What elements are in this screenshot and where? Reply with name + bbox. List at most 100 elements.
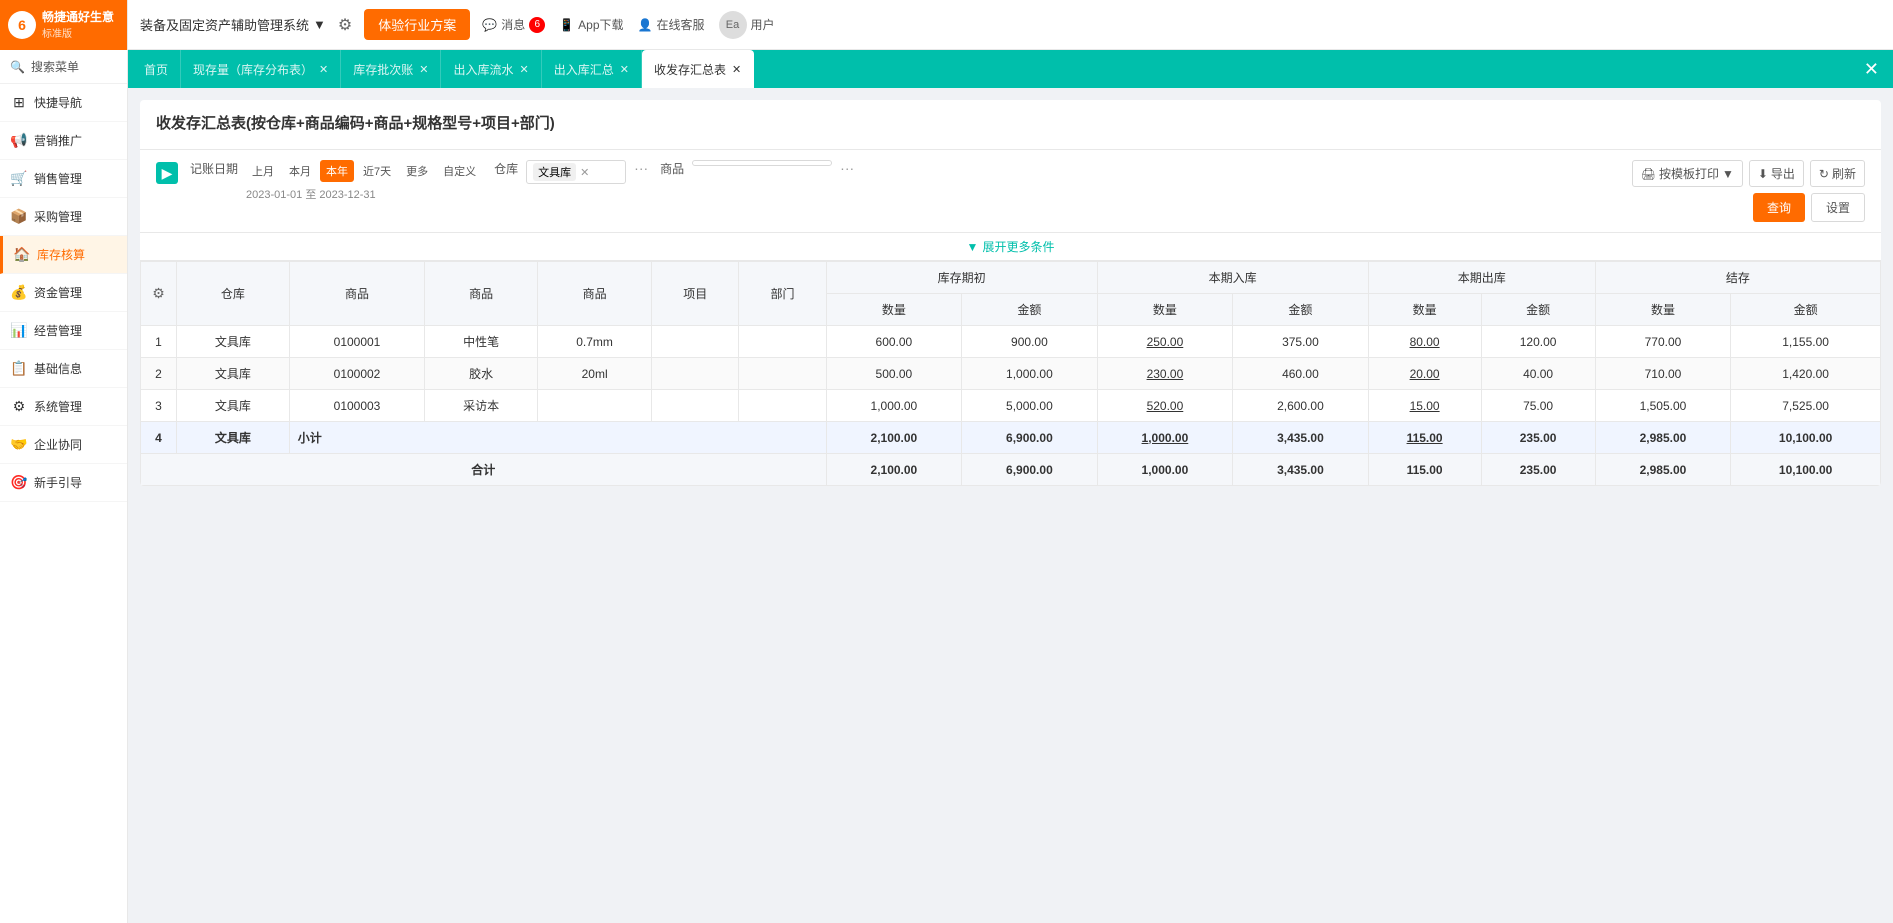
search-menu-item[interactable]: 🔍 搜索菜单 (0, 50, 127, 84)
col-spec: 商品 (538, 262, 652, 326)
date-quick-btn-本月[interactable]: 本月 (283, 160, 317, 182)
sidebar-item-basic-info[interactable]: 📋基础信息 (0, 350, 127, 388)
warehouse-tag: 文具库 (533, 163, 576, 181)
query-button[interactable]: 查询 (1753, 193, 1805, 222)
goods-input[interactable] (692, 160, 832, 166)
system-selector[interactable]: 装备及固定资产辅助管理系统 ▼ (140, 15, 326, 34)
date-quick-btn-自定义[interactable]: 自定义 (437, 160, 482, 182)
tab-close-receive-summary[interactable]: ✕ (732, 63, 741, 76)
export-button[interactable]: ⬇ 导出 (1749, 160, 1804, 187)
row-in-qty[interactable]: 250.00 (1097, 326, 1233, 358)
row-out-qty[interactable]: 15.00 (1368, 390, 1481, 422)
main-content: 装备及固定资产辅助管理系统 ▼ ⚙ 体验行业方案 💬 消息 6 📱 App下载 … (128, 0, 1893, 923)
sidebar-item-quick-nav[interactable]: ⊞快捷导航 (0, 84, 127, 122)
search-menu-label: 搜索菜单 (31, 58, 79, 75)
tabs-container: 首页现存量（库存分布表）✕库存批次账✕出入库流水✕出入库汇总✕收发存汇总表✕ (132, 50, 1854, 88)
row-project (652, 358, 739, 390)
date-quick-btn-上月[interactable]: 上月 (246, 160, 280, 182)
row-warehouse: 文具库 (177, 390, 290, 422)
message-badge: 6 (529, 17, 545, 33)
row-out-qty[interactable]: 20.00 (1368, 358, 1481, 390)
expand-more-conditions-button[interactable]: ▼ 展开更多条件 (967, 238, 1055, 255)
tab-home[interactable]: 首页 (132, 50, 181, 88)
tab-close-inventory-dist[interactable]: ✕ (319, 63, 328, 76)
subtotal-out-qty[interactable]: 115.00 (1368, 422, 1481, 454)
goods-more-options[interactable]: ··· (840, 160, 854, 176)
row-in-qty[interactable]: 520.00 (1097, 390, 1233, 422)
topbar-right: 💬 消息 6 📱 App下载 👤 在线客服 Ea 用户 (482, 11, 774, 39)
data-table: ⚙ 仓库 商品 商品 商品 项目 部门 库存期初 本期入库 本期出库 结存 (140, 261, 1881, 486)
col-in-amt: 金额 (1233, 294, 1369, 326)
row-in-qty[interactable]: 230.00 (1097, 358, 1233, 390)
row-opening-qty: 500.00 (826, 358, 962, 390)
total-closing-qty: 2,985.00 (1595, 454, 1731, 486)
subtotal-in-qty[interactable]: 1,000.00 (1097, 422, 1233, 454)
table-settings-col: ⚙ (141, 262, 177, 326)
subtotal-label: 小计 (289, 422, 826, 454)
refresh-label: 刷新 (1832, 165, 1856, 182)
col-dept: 部门 (739, 262, 826, 326)
subtotal-out-amt: 235.00 (1481, 422, 1595, 454)
row-no: 2 (141, 358, 177, 390)
total-label: 合计 (141, 454, 827, 486)
filter-expand-button[interactable]: ▶ (156, 162, 178, 184)
expand-more-label: 展开更多条件 (982, 238, 1054, 255)
user-avatar: Ea (719, 11, 747, 39)
col-project: 项目 (652, 262, 739, 326)
nav-label-inventory: 库存核算 (37, 246, 85, 263)
row-code: 0100003 (289, 390, 425, 422)
online-support-item[interactable]: 👤 在线客服 (638, 16, 705, 33)
sidebar-item-operations[interactable]: 📊经营管理 (0, 312, 127, 350)
col-group-out: 本期出库 (1368, 262, 1595, 294)
column-settings-gear-icon[interactable]: ⚙ (152, 285, 165, 301)
nav-icon-finance: 💰 (10, 284, 28, 301)
sidebar-item-system[interactable]: ⚙系统管理 (0, 388, 127, 426)
sidebar-item-purchase[interactable]: 📦采购管理 (0, 198, 127, 236)
message-label: 消息 (501, 16, 525, 33)
row-out-qty[interactable]: 80.00 (1368, 326, 1481, 358)
settings-icon[interactable]: ⚙ (338, 15, 352, 35)
tab-inout-summary[interactable]: 出入库汇总✕ (542, 50, 642, 88)
tab-receive-summary[interactable]: 收发存汇总表✕ (642, 50, 754, 88)
date-quick-btn-更多[interactable]: 更多 (400, 160, 434, 182)
tab-inventory-dist[interactable]: 现存量（库存分布表）✕ (181, 50, 341, 88)
sidebar-item-enterprise[interactable]: 🤝企业协同 (0, 426, 127, 464)
warehouse-input[interactable]: 文具库 ✕ (526, 160, 626, 184)
user-item[interactable]: Ea 用户 (719, 11, 775, 39)
sidebar-item-inventory[interactable]: 🏠库存核算 (0, 236, 127, 274)
nav-label-enterprise: 企业协同 (34, 436, 82, 453)
tab-batch-ledger[interactable]: 库存批次账✕ (341, 50, 441, 88)
date-quick-btn-近7天[interactable]: 近7天 (357, 160, 397, 182)
sidebar-item-finance[interactable]: 💰资金管理 (0, 274, 127, 312)
date-quick-btn-本年[interactable]: 本年 (320, 160, 354, 182)
row-dept (739, 390, 826, 422)
subtotal-opening-qty: 2,100.00 (826, 422, 962, 454)
expand-more-icon: ▼ (967, 240, 979, 254)
table-row: 2 文具库 0100002 胶水 20ml 500.00 1,000.00 23… (141, 358, 1881, 390)
sidebar-item-guide[interactable]: 🎯新手引导 (0, 464, 127, 502)
col-group-in: 本期入库 (1097, 262, 1368, 294)
col-group-closing: 结存 (1595, 262, 1880, 294)
message-icon: 💬 (482, 18, 497, 32)
sidebar-item-sales[interactable]: 🛒销售管理 (0, 160, 127, 198)
message-item[interactable]: 💬 消息 6 (482, 16, 545, 33)
print-button[interactable]: 🖨 按模板打印 ▼ (1632, 160, 1743, 187)
row-closing-amt: 1,155.00 (1731, 326, 1881, 358)
row-in-amt: 375.00 (1233, 326, 1369, 358)
warehouse-more-options[interactable]: ··· (634, 160, 648, 176)
app-download-item[interactable]: 📱 App下载 (559, 16, 623, 33)
sidebar-item-marketing[interactable]: 📢营销推广 (0, 122, 127, 160)
tab-flow[interactable]: 出入库流水✕ (441, 50, 541, 88)
table-header-row-1: ⚙ 仓库 商品 商品 商品 项目 部门 库存期初 本期入库 本期出库 结存 (141, 262, 1881, 294)
table-settings-button[interactable]: 设置 (1811, 193, 1865, 222)
warehouse-tag-close[interactable]: ✕ (580, 166, 589, 179)
close-all-tabs-button[interactable]: ✕ (1854, 59, 1889, 80)
goods-filter-label: 商品 (660, 160, 684, 177)
tab-close-batch-ledger[interactable]: ✕ (419, 63, 428, 76)
tab-close-inout-summary[interactable]: ✕ (620, 63, 629, 76)
tab-close-flow[interactable]: ✕ (520, 63, 529, 76)
trial-button[interactable]: 体验行业方案 (364, 9, 470, 40)
goods-filter-section: 商品 ··· (660, 160, 854, 177)
refresh-button[interactable]: ↻ 刷新 (1810, 160, 1865, 187)
nav-label-quick-nav: 快捷导航 (34, 94, 82, 111)
